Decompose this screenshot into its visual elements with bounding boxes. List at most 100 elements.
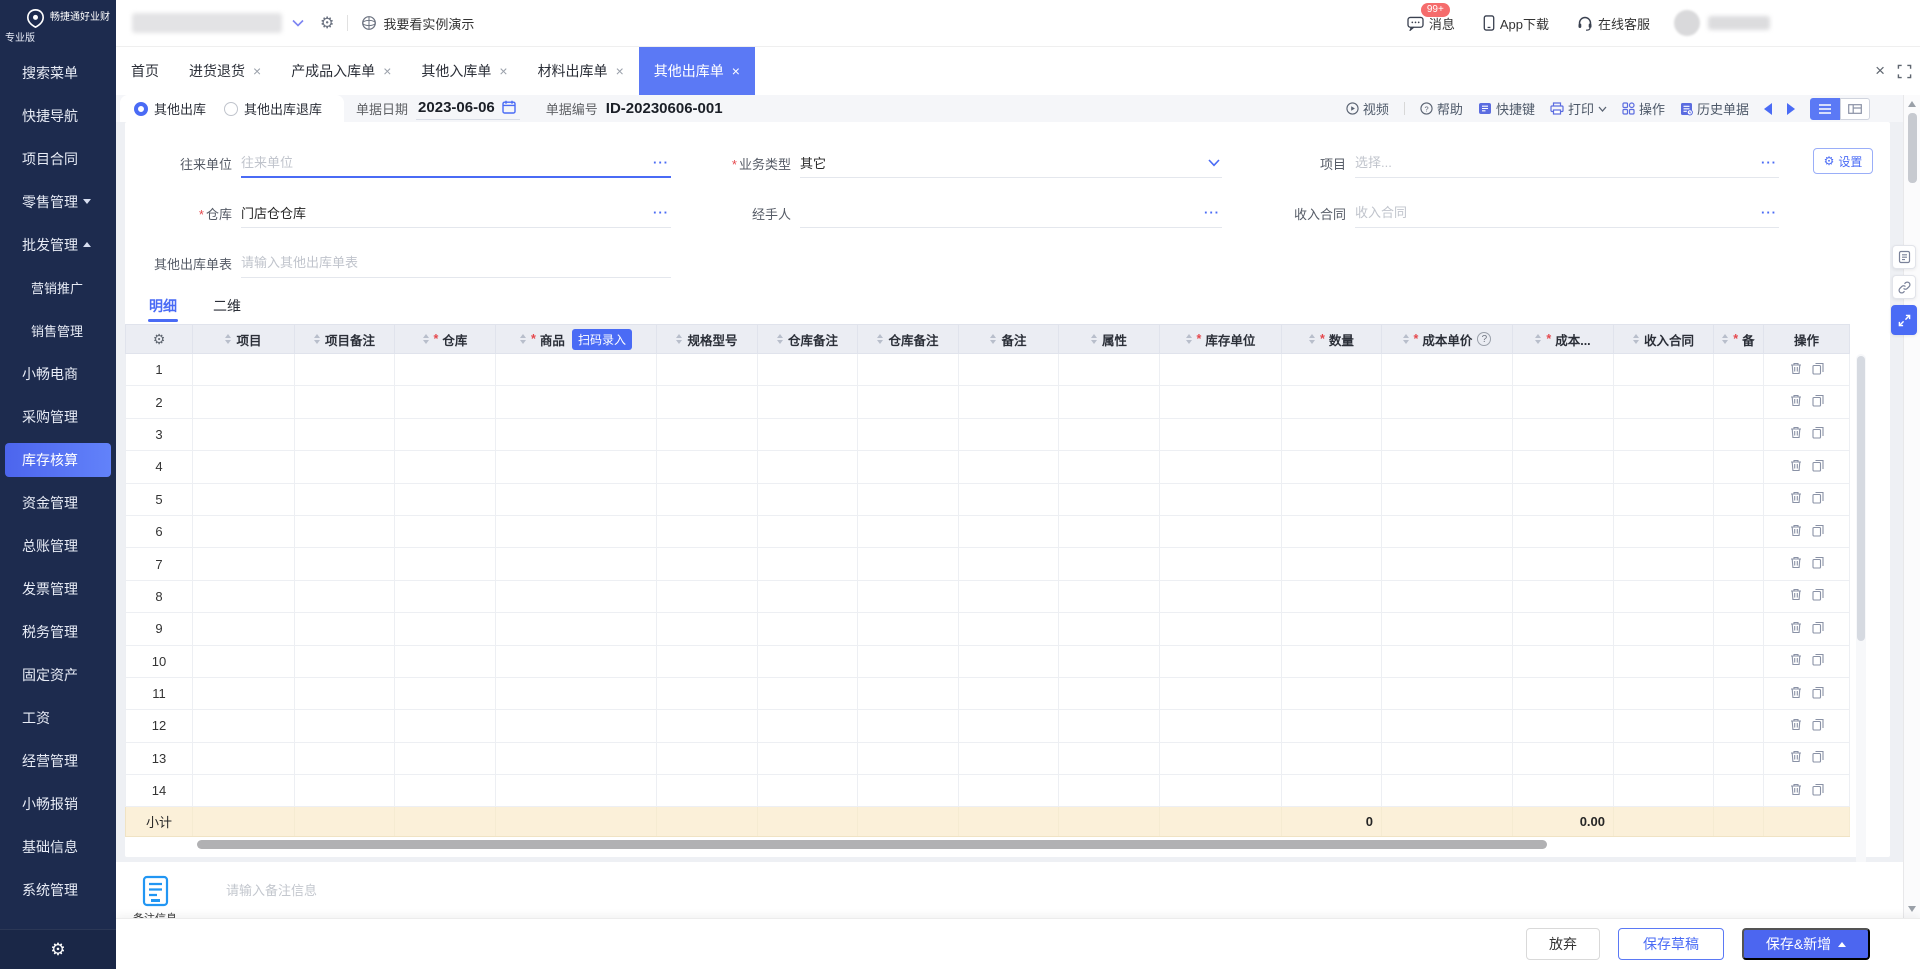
table-cell[interactable]	[1613, 645, 1714, 678]
table-cell[interactable]	[958, 774, 1059, 808]
table-cell[interactable]	[1512, 450, 1614, 484]
table-vertical-scrollbar[interactable]	[1856, 354, 1866, 866]
table-cell[interactable]	[1613, 450, 1714, 484]
chevron-down-icon[interactable]	[292, 19, 304, 27]
table-cell[interactable]	[1058, 742, 1160, 776]
tab-detail[interactable]: 明细	[149, 288, 177, 324]
col-stock-unit[interactable]: * 库存单位	[1159, 324, 1282, 354]
sort-icon[interactable]	[776, 334, 783, 344]
table-cell[interactable]	[1713, 677, 1764, 711]
sort-icon[interactable]	[1402, 334, 1409, 344]
sidebar-item[interactable]: 税务管理	[0, 610, 116, 653]
table-cell[interactable]	[656, 580, 758, 614]
copy-row-icon[interactable]	[1811, 588, 1824, 601]
table-cell[interactable]	[1058, 580, 1160, 614]
table-cell[interactable]	[958, 385, 1059, 419]
table-cell[interactable]	[394, 418, 496, 452]
table-cell[interactable]	[1512, 645, 1614, 678]
copy-row-icon[interactable]	[1811, 686, 1824, 699]
table-cell[interactable]	[1713, 515, 1764, 549]
save-draft-button[interactable]: 保存草稿	[1618, 928, 1724, 960]
table-cell[interactable]	[656, 612, 758, 646]
table-cell[interactable]	[1058, 418, 1160, 452]
gear-icon[interactable]: ⚙	[320, 13, 334, 33]
project-input[interactable]	[1355, 155, 1755, 170]
table-cell[interactable]	[958, 450, 1059, 484]
trash-icon[interactable]	[1790, 394, 1802, 407]
demo-link[interactable]: 我要看实例演示	[361, 14, 474, 33]
sort-icon[interactable]	[520, 334, 527, 344]
sidebar-item[interactable]: 采购管理	[0, 395, 116, 438]
table-cell[interactable]	[1713, 418, 1764, 452]
table-cell[interactable]	[1512, 353, 1614, 387]
close-icon[interactable]: ×	[732, 64, 740, 78]
table-cell[interactable]	[1613, 612, 1714, 646]
table-cell[interactable]	[1058, 645, 1160, 678]
table-cell[interactable]	[857, 742, 959, 776]
table-cell[interactable]	[757, 774, 858, 808]
table-cell[interactable]	[1159, 353, 1282, 387]
table-cell[interactable]	[394, 385, 496, 419]
trash-icon[interactable]	[1790, 362, 1802, 375]
table-cell[interactable]	[1058, 515, 1160, 549]
table-cell[interactable]	[1381, 483, 1513, 516]
sidebar-item[interactable]: 工资	[0, 696, 116, 739]
sort-icon[interactable]	[990, 334, 997, 344]
table-cell[interactable]	[1381, 774, 1513, 808]
copy-row-icon[interactable]	[1811, 653, 1824, 666]
sidebar-item[interactable]: 固定资产	[0, 653, 116, 696]
page-scrollbar-thumb[interactable]	[1907, 113, 1917, 183]
table-cell[interactable]	[1159, 580, 1282, 614]
sort-icon[interactable]	[1309, 334, 1316, 344]
table-cell[interactable]	[1159, 774, 1282, 808]
table-cell[interactable]	[958, 580, 1059, 614]
trash-icon[interactable]	[1790, 783, 1802, 796]
expand-tool-button[interactable]	[1891, 305, 1917, 335]
table-cell[interactable]	[394, 645, 496, 678]
table-cell[interactable]	[294, 612, 395, 646]
table-cell[interactable]	[1058, 612, 1160, 646]
table-cell[interactable]	[495, 645, 657, 678]
sidebar-item[interactable]: 小畅电商	[0, 352, 116, 395]
gear-icon[interactable]: ⚙	[153, 331, 166, 347]
col-cost[interactable]: * 成本...	[1512, 324, 1614, 354]
sort-icon[interactable]	[1090, 334, 1097, 344]
table-cell[interactable]	[1713, 580, 1764, 614]
table-cell[interactable]	[495, 774, 657, 808]
table-cell[interactable]	[857, 645, 959, 678]
table-cell[interactable]	[394, 774, 496, 808]
table-cell[interactable]	[192, 450, 295, 484]
table-cell[interactable]	[495, 742, 657, 776]
table-cell[interactable]	[1613, 418, 1714, 452]
table-cell[interactable]	[495, 353, 657, 387]
table-cell[interactable]	[1512, 742, 1614, 776]
table-cell[interactable]	[857, 612, 959, 646]
sidebar-item[interactable]: 批发管理	[0, 223, 116, 266]
table-cell[interactable]	[294, 645, 395, 678]
table-cell[interactable]	[1281, 385, 1382, 419]
table-cell[interactable]	[857, 450, 959, 484]
table-cell[interactable]	[192, 515, 295, 549]
col-attribute[interactable]: 属性	[1058, 324, 1160, 354]
table-cell[interactable]	[192, 418, 295, 452]
table-cell[interactable]	[1713, 450, 1764, 484]
table-cell[interactable]	[1613, 580, 1714, 614]
table-cell[interactable]	[394, 742, 496, 776]
table-cell[interactable]	[192, 547, 295, 581]
table-cell[interactable]	[1713, 547, 1764, 581]
table-cell[interactable]	[857, 547, 959, 581]
col-qty[interactable]: * 数量	[1281, 324, 1382, 354]
table-cell[interactable]	[757, 385, 858, 419]
document-tab[interactable]: 首页 ×	[116, 47, 174, 95]
table-cell[interactable]	[192, 709, 295, 743]
copy-row-icon[interactable]	[1811, 426, 1824, 440]
table-cell[interactable]	[1281, 612, 1382, 646]
lookup-ellipsis-icon[interactable]: ···	[647, 155, 671, 170]
table-cell[interactable]	[656, 515, 758, 549]
col-warehouse[interactable]: * 仓库	[394, 324, 496, 354]
prev-doc-arrow[interactable]	[1764, 102, 1772, 115]
table-cell[interactable]	[1058, 677, 1160, 711]
table-cell[interactable]	[495, 547, 657, 581]
table-cell[interactable]	[192, 677, 295, 711]
table-cell[interactable]	[1159, 709, 1282, 743]
